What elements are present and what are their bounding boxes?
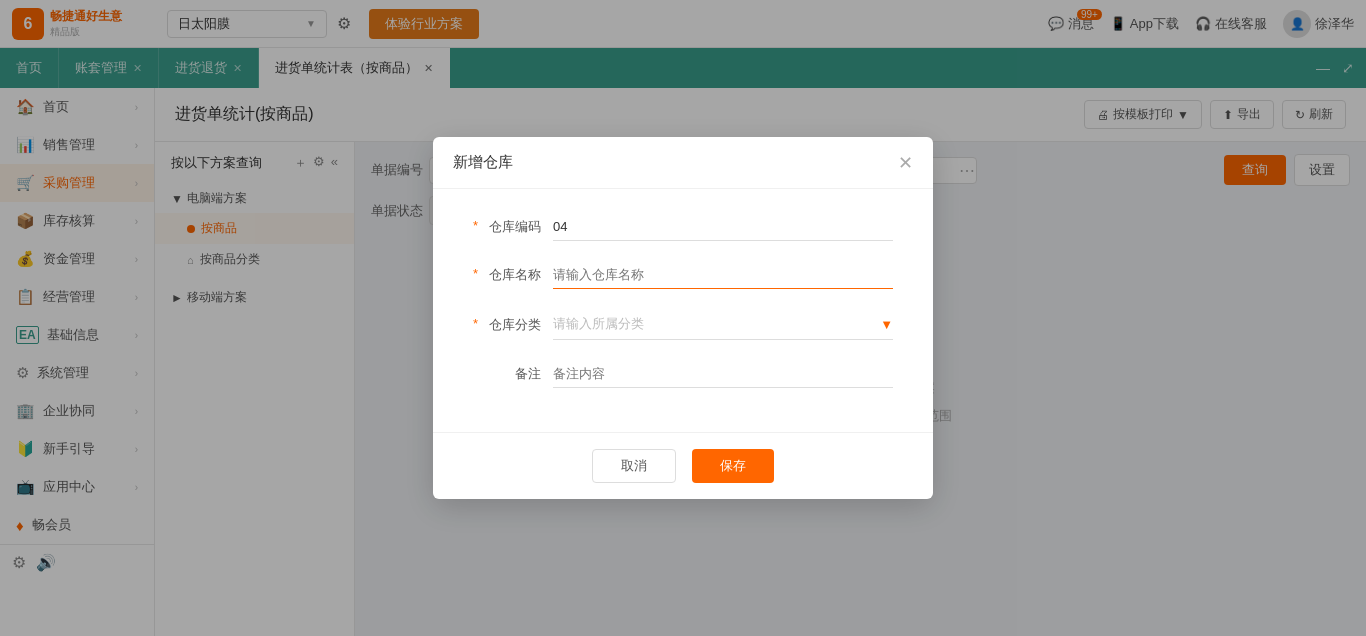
name-label: 仓库名称 — [473, 266, 553, 284]
category-label: 仓库分类 — [473, 316, 553, 334]
modal-header: 新增仓库 ✕ — [433, 137, 933, 189]
save-button[interactable]: 保存 — [692, 449, 774, 483]
form-row-name: 仓库名称 — [473, 261, 893, 289]
cancel-button[interactable]: 取消 — [592, 449, 676, 483]
name-input[interactable] — [553, 261, 893, 289]
category-placeholder: 请输入所属分类 — [553, 315, 644, 333]
form-row-code: 仓库编码 — [473, 213, 893, 241]
code-label: 仓库编码 — [473, 218, 553, 236]
modal-title: 新增仓库 — [453, 153, 513, 172]
code-input[interactable] — [553, 213, 893, 241]
notes-label: 备注 — [473, 365, 553, 383]
notes-input[interactable] — [553, 360, 893, 388]
modal-footer: 取消 保存 — [433, 432, 933, 499]
modal-body: 仓库编码 仓库名称 仓库分类 请输入所属分类 ▼ 备注 — [433, 189, 933, 432]
category-arrow-icon: ▼ — [880, 317, 893, 332]
modal-close-icon[interactable]: ✕ — [898, 154, 913, 172]
form-row-category: 仓库分类 请输入所属分类 ▼ — [473, 309, 893, 340]
category-select[interactable]: 请输入所属分类 ▼ — [553, 309, 893, 340]
modal-overlay[interactable]: 新增仓库 ✕ 仓库编码 仓库名称 仓库分类 请输入所属分类 ▼ — [0, 0, 1366, 636]
modal-new-warehouse: 新增仓库 ✕ 仓库编码 仓库名称 仓库分类 请输入所属分类 ▼ — [433, 137, 933, 499]
form-row-notes: 备注 — [473, 360, 893, 388]
